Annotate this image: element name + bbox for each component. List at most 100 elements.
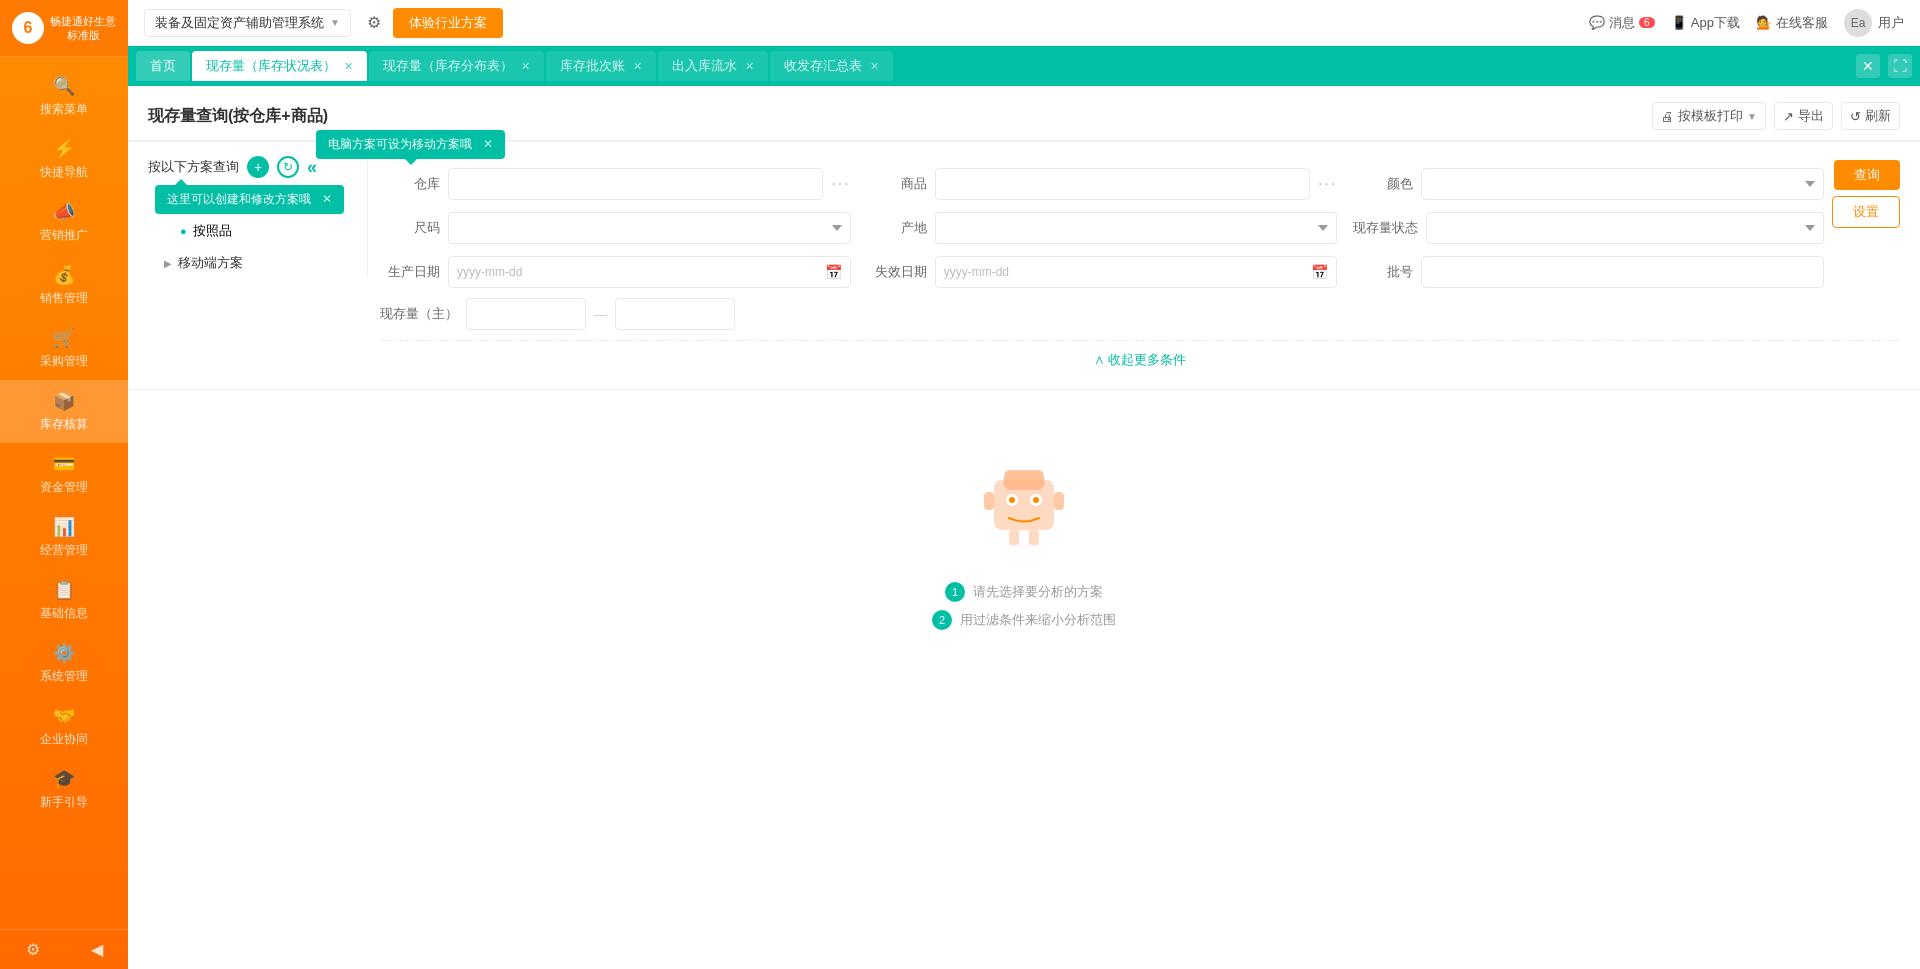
filter-grid-row2: 尺码 产地 bbox=[380, 200, 1824, 244]
scheme-node-item[interactable]: ● 按照品 bbox=[180, 218, 355, 244]
expiry-date-calendar-icon[interactable]: 📅 bbox=[1311, 264, 1328, 280]
warehouse-label: 仓库 bbox=[380, 175, 440, 193]
origin-select[interactable] bbox=[935, 212, 1338, 244]
tab-batch-ledger[interactable]: 库存批次账 ✕ bbox=[546, 51, 656, 81]
settings-bottom-btn[interactable]: ⚙ bbox=[26, 940, 40, 959]
reset-button[interactable]: 设置 bbox=[1832, 196, 1900, 228]
search-icon: 🔍 bbox=[53, 75, 75, 97]
warehouse-input[interactable] bbox=[448, 168, 823, 200]
app-download-btn[interactable]: 📱 App下载 bbox=[1671, 14, 1740, 32]
goods-dots-btn[interactable]: ··· bbox=[1318, 175, 1337, 193]
filter-action-col: 查询 设置 bbox=[1832, 156, 1900, 330]
system-selector[interactable]: 装备及固定资产辅助管理系统 ▼ bbox=[144, 9, 351, 37]
tab-receive-summary[interactable]: 收发存汇总表 ✕ bbox=[770, 51, 893, 81]
tab-close-all-btn[interactable]: ✕ bbox=[1856, 54, 1880, 78]
guide-icon: 🎓 bbox=[53, 768, 75, 790]
search-button[interactable]: 查询 bbox=[1834, 160, 1900, 190]
export-btn[interactable]: ↗ 导出 bbox=[1774, 102, 1833, 130]
expiry-date-label: 失效日期 bbox=[867, 263, 927, 281]
filter-row-color: 颜色 bbox=[1353, 168, 1824, 200]
sidebar-item-purchase[interactable]: 🛒 采购管理 bbox=[0, 317, 128, 380]
base-icon: 📋 bbox=[53, 579, 75, 601]
filter-row-goods: 商品 ··· bbox=[867, 168, 1338, 200]
avatar: Ea bbox=[1844, 9, 1872, 37]
tab-close-inventory-dist[interactable]: ✕ bbox=[521, 60, 530, 73]
scheme-node-mobile[interactable]: ▶ 移动端方案 bbox=[164, 250, 355, 276]
goods-label: 商品 bbox=[867, 175, 927, 193]
size-select[interactable] bbox=[448, 212, 851, 244]
tab-close-batch-ledger[interactable]: ✕ bbox=[633, 60, 642, 73]
prod-date-calendar-icon[interactable]: 📅 bbox=[825, 264, 842, 280]
filter-row-prod-date: 生产日期 yyyy-mm-dd 📅 bbox=[380, 256, 851, 288]
scheme-sub-desktop: ● 按照品 bbox=[164, 218, 355, 244]
svg-rect-6 bbox=[984, 492, 994, 510]
message-icon: 💬 bbox=[1589, 15, 1605, 30]
print-btn[interactable]: 🖨 按模板打印 ▼ bbox=[1652, 102, 1766, 130]
tab-close-receive-summary[interactable]: ✕ bbox=[870, 60, 879, 73]
collapse-sidebar-btn[interactable]: ◀ bbox=[91, 940, 103, 959]
tab-inventory-status[interactable]: 现存量（库存状况表） ✕ bbox=[192, 51, 367, 81]
sidebar-item-quick[interactable]: ⚡ 快捷导航 bbox=[0, 128, 128, 191]
tab-bar-actions: ✕ ⛶ bbox=[1856, 54, 1912, 78]
filter-row-stock-qty: 现存量（主） — bbox=[380, 288, 1824, 330]
sidebar-item-guide[interactable]: 🎓 新手引导 bbox=[0, 758, 128, 821]
sidebar-item-finance[interactable]: 💳 资金管理 bbox=[0, 443, 128, 506]
stock-qty-label: 现存量（主） bbox=[380, 305, 458, 323]
trial-button[interactable]: 体验行业方案 bbox=[393, 8, 503, 38]
page-content: 现存量查询(按仓库+商品) 🖨 按模板打印 ▼ ↗ 导出 ↺ 刷新 bbox=[128, 86, 1920, 969]
messages-btn[interactable]: 💬 消息 6 bbox=[1589, 14, 1655, 32]
sidebar-item-operations[interactable]: 📊 经营管理 bbox=[0, 506, 128, 569]
tab-fullscreen-btn[interactable]: ⛶ bbox=[1888, 54, 1912, 78]
tab-close-inout-flow[interactable]: ✕ bbox=[745, 60, 754, 73]
stock-status-select[interactable] bbox=[1426, 212, 1824, 244]
page-actions: 🖨 按模板打印 ▼ ↗ 导出 ↺ 刷新 bbox=[1652, 102, 1900, 130]
top-header: 装备及固定资产辅助管理系统 ▼ ⚙ 体验行业方案 💬 消息 6 📱 App下载 … bbox=[128, 0, 1920, 46]
finance-icon: 💳 bbox=[53, 453, 75, 475]
sidebar-item-enterprise[interactable]: 🤝 企业协同 bbox=[0, 695, 128, 758]
user-info[interactable]: Ea 用户 bbox=[1844, 9, 1904, 37]
sidebar-item-system[interactable]: ⚙️ 系统管理 bbox=[0, 632, 128, 695]
origin-label: 产地 bbox=[867, 219, 927, 237]
empty-step1: 1 请先选择要分析的方案 bbox=[945, 582, 1103, 602]
svg-rect-9 bbox=[1029, 530, 1039, 545]
filter-row-stock-status: 现存量状态 bbox=[1353, 212, 1824, 244]
tab-close-inventory-status[interactable]: ✕ bbox=[344, 60, 353, 73]
sidebar-item-search[interactable]: 🔍 搜索菜单 bbox=[0, 65, 128, 128]
enterprise-icon: 🤝 bbox=[53, 705, 75, 727]
scheme-expand-mobile-icon: ▶ bbox=[164, 258, 172, 269]
sidebar-item-sales[interactable]: 💰 销售管理 bbox=[0, 254, 128, 317]
empty-illustration bbox=[974, 450, 1074, 566]
warehouse-dots-btn[interactable]: ··· bbox=[831, 175, 850, 193]
sidebar-item-inventory[interactable]: 📦 库存核算 bbox=[0, 380, 128, 443]
filter-cycle-btn[interactable]: ↻ bbox=[277, 156, 299, 178]
expiry-date-input[interactable]: yyyy-mm-dd 📅 bbox=[935, 256, 1338, 288]
tooltip2-close-btn[interactable]: ✕ bbox=[322, 192, 332, 206]
stock-status-label: 现存量状态 bbox=[1353, 219, 1418, 237]
batch-no-input[interactable] bbox=[1421, 256, 1824, 288]
filter-row-origin: 产地 bbox=[867, 212, 1338, 244]
size-label: 尺码 bbox=[380, 219, 440, 237]
filter-grid-row3: 生产日期 yyyy-mm-dd 📅 失效日期 bbox=[380, 244, 1824, 288]
stock-qty-min-input[interactable] bbox=[466, 298, 586, 330]
collapse-conditions-btn[interactable]: ∧ 收起更多条件 bbox=[380, 340, 1900, 375]
filter-left-arrow-btn[interactable]: « bbox=[307, 157, 317, 178]
color-select[interactable] bbox=[1421, 168, 1824, 200]
tab-inout-flow[interactable]: 出入库流水 ✕ bbox=[658, 51, 768, 81]
settings-gear-btn[interactable]: ⚙ bbox=[367, 13, 381, 32]
prod-date-input[interactable]: yyyy-mm-dd 📅 bbox=[448, 256, 851, 288]
tab-inventory-dist[interactable]: 现存量（库存分布表） ✕ bbox=[369, 51, 544, 81]
support-icon: 💁 bbox=[1756, 15, 1772, 30]
prod-date-placeholder: yyyy-mm-dd bbox=[457, 265, 522, 279]
filter-add-scheme-btn[interactable]: + bbox=[247, 156, 269, 178]
sidebar-item-base[interactable]: 📋 基础信息 bbox=[0, 569, 128, 632]
refresh-btn[interactable]: ↺ 刷新 bbox=[1841, 102, 1900, 130]
tab-home[interactable]: 首页 bbox=[136, 51, 190, 81]
sidebar-item-marketing[interactable]: 📣 营销推广 bbox=[0, 191, 128, 254]
tooltip1-close-btn[interactable]: ✕ bbox=[483, 137, 493, 151]
online-support-btn[interactable]: 💁 在线客服 bbox=[1756, 14, 1828, 32]
purchase-icon: 🛒 bbox=[53, 327, 75, 349]
stock-qty-max-input[interactable] bbox=[615, 298, 735, 330]
system-icon: ⚙️ bbox=[53, 642, 75, 664]
page-title: 现存量查询(按仓库+商品) bbox=[148, 106, 328, 127]
goods-input[interactable] bbox=[935, 168, 1310, 200]
